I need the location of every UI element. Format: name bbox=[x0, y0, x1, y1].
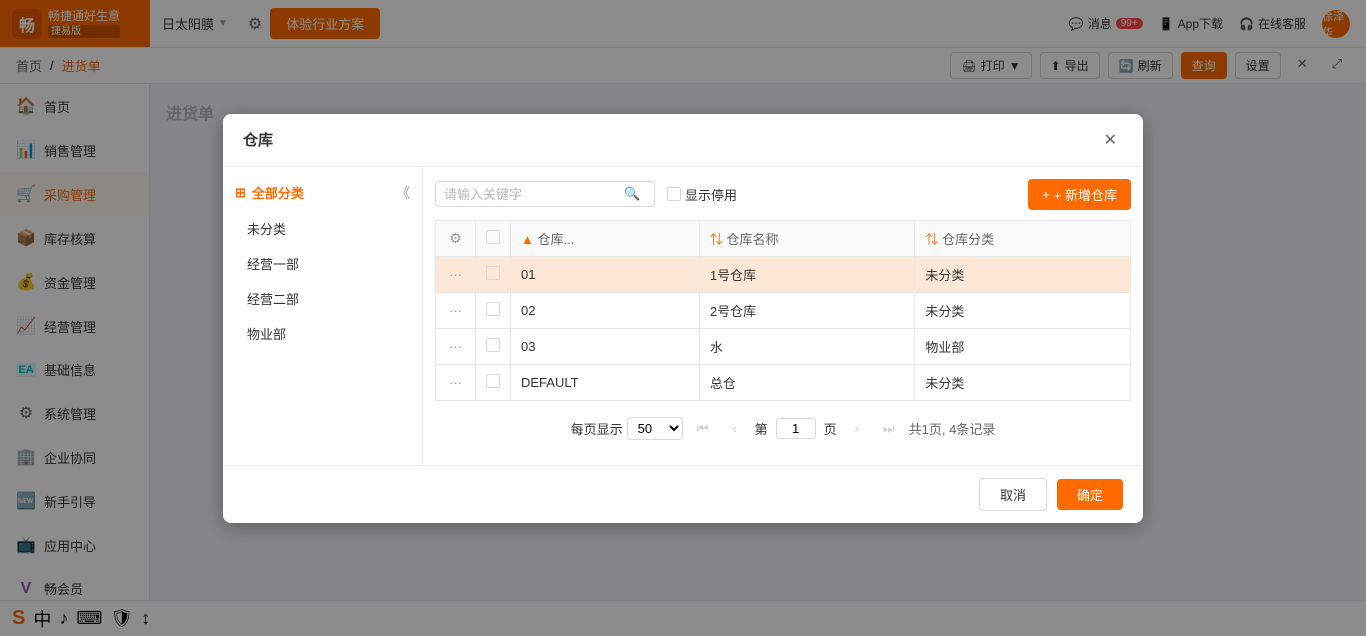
row-category-cell: 物业部 bbox=[915, 328, 1131, 364]
col-name-header[interactable]: ⇅ 仓库名称 bbox=[699, 220, 915, 256]
table-panel: 🔍 显示停用 + + 新增仓库 bbox=[423, 167, 1143, 465]
row-category-cell: 未分类 bbox=[915, 364, 1131, 400]
dialog-close-button[interactable]: ✕ bbox=[1098, 128, 1123, 152]
per-page-select: 每页显示 50 10 20 100 bbox=[571, 417, 683, 440]
row-checkbox-cell bbox=[476, 364, 511, 400]
warehouse-dialog: 仓库 ✕ ⊞ 全部分类 《 未分类 经营一部 bbox=[223, 114, 1143, 523]
table-row[interactable]: ··· DEFAULT 总仓 未分类 bbox=[436, 364, 1131, 400]
last-page-button[interactable]: ⏭ bbox=[877, 417, 901, 441]
dialog-title: 仓库 bbox=[243, 129, 273, 150]
category-header: ⊞ 全部分类 《 bbox=[223, 179, 422, 211]
per-page-dropdown[interactable]: 50 10 20 100 bbox=[627, 417, 683, 440]
row-checkbox-1[interactable] bbox=[486, 266, 500, 280]
category-all-label: 全部分类 bbox=[252, 183, 304, 202]
show-disabled-checkbox[interactable] bbox=[667, 187, 681, 201]
dialog-header: 仓库 ✕ bbox=[223, 114, 1143, 167]
row-code-cell: 01 bbox=[511, 256, 700, 292]
category-all-item[interactable]: ⊞ 全部分类 bbox=[235, 183, 304, 202]
per-page-label: 每页显示 bbox=[571, 419, 623, 438]
table-row[interactable]: ··· 01 1号仓库 未分类 bbox=[436, 256, 1131, 292]
more-icon[interactable]: ··· bbox=[449, 303, 462, 318]
sort-icon-name: ⇅ bbox=[710, 232, 723, 247]
next-page-button[interactable]: › bbox=[845, 417, 869, 441]
cancel-button[interactable]: 取消 bbox=[979, 478, 1047, 511]
col-code-header[interactable]: ▲ 仓库... bbox=[511, 220, 700, 256]
table-scroll-area: ⚙ ▲ 仓库... ⇅ bbox=[435, 220, 1131, 401]
table-row[interactable]: ··· 02 2号仓库 未分类 bbox=[436, 292, 1131, 328]
row-name-cell: 2号仓库 bbox=[699, 292, 915, 328]
sort-icon-cat: ⇅ bbox=[925, 232, 938, 247]
row-checkbox-3[interactable] bbox=[486, 338, 500, 352]
table-row[interactable]: ··· 03 水 物业部 bbox=[436, 328, 1131, 364]
row-code-cell: 03 bbox=[511, 328, 700, 364]
page-input[interactable] bbox=[776, 418, 816, 439]
row-name-cell: 总仓 bbox=[699, 364, 915, 400]
more-icon[interactable]: ··· bbox=[449, 339, 462, 354]
row-more-cell: ··· bbox=[436, 364, 476, 400]
row-checkbox-2[interactable] bbox=[486, 302, 500, 316]
gear-icon: ⚙ bbox=[449, 230, 462, 246]
category-item-3[interactable]: 物业部 bbox=[223, 316, 422, 351]
row-more-cell: ··· bbox=[436, 292, 476, 328]
table-body: ··· 01 1号仓库 未分类 ··· 02 2号仓库 bbox=[436, 256, 1131, 400]
row-category-cell: 未分类 bbox=[915, 256, 1131, 292]
category-item-0[interactable]: 未分类 bbox=[223, 211, 422, 246]
row-category-cell: 未分类 bbox=[915, 292, 1131, 328]
search-icon[interactable]: 🔍 bbox=[624, 186, 640, 202]
collapse-button[interactable]: 《 bbox=[396, 183, 410, 203]
first-page-button[interactable]: ⏮ bbox=[691, 417, 715, 441]
grid-icon: ⊞ bbox=[235, 185, 246, 201]
row-name-cell: 水 bbox=[699, 328, 915, 364]
search-input[interactable] bbox=[444, 187, 624, 202]
add-warehouse-button[interactable]: + + 新增仓库 bbox=[1028, 179, 1131, 210]
sort-up-icon: ▲ bbox=[521, 232, 534, 247]
prev-page-button[interactable]: ‹ bbox=[723, 417, 747, 441]
search-input-wrap: 🔍 bbox=[435, 181, 655, 207]
table-toolbar: 🔍 显示停用 + + 新增仓库 bbox=[435, 179, 1131, 210]
col-category-header[interactable]: ⇅ 仓库分类 bbox=[915, 220, 1131, 256]
confirm-button[interactable]: 确定 bbox=[1057, 479, 1123, 510]
table-header: ⚙ ▲ 仓库... ⇅ bbox=[436, 220, 1131, 256]
dialog-footer: 取消 确定 bbox=[223, 465, 1143, 523]
dialog-overlay: 仓库 ✕ ⊞ 全部分类 《 未分类 经营一部 bbox=[0, 0, 1366, 636]
category-item-1[interactable]: 经营一部 bbox=[223, 246, 422, 281]
select-all-checkbox[interactable] bbox=[486, 230, 500, 244]
more-icon[interactable]: ··· bbox=[449, 375, 462, 390]
pagination: 每页显示 50 10 20 100 ⏮ ‹ 第 页 › ⏭ bbox=[435, 405, 1131, 453]
row-code-cell: 02 bbox=[511, 292, 700, 328]
row-more-cell: ··· bbox=[436, 328, 476, 364]
row-checkbox-cell bbox=[476, 292, 511, 328]
row-code-cell: DEFAULT bbox=[511, 364, 700, 400]
dialog-body: ⊞ 全部分类 《 未分类 经营一部 经营二部 物业部 bbox=[223, 167, 1143, 465]
add-icon: + bbox=[1042, 187, 1050, 202]
show-disabled-toggle[interactable]: 显示停用 bbox=[667, 185, 737, 204]
more-icon[interactable]: ··· bbox=[449, 267, 462, 282]
category-item-2[interactable]: 经营二部 bbox=[223, 281, 422, 316]
col-checkbox-header bbox=[476, 220, 511, 256]
row-checkbox-cell bbox=[476, 256, 511, 292]
row-checkbox-4[interactable] bbox=[486, 374, 500, 388]
show-disabled-label: 显示停用 bbox=[685, 185, 737, 204]
page-suffix: 页 bbox=[824, 419, 837, 438]
col-gear: ⚙ bbox=[436, 220, 476, 256]
row-checkbox-cell bbox=[476, 328, 511, 364]
row-name-cell: 1号仓库 bbox=[699, 256, 915, 292]
page-total: 共1页, 4条记录 bbox=[909, 419, 996, 438]
warehouse-table: ⚙ ▲ 仓库... ⇅ bbox=[435, 220, 1131, 401]
category-panel: ⊞ 全部分类 《 未分类 经营一部 经营二部 物业部 bbox=[223, 167, 423, 465]
page-label: 第 bbox=[755, 419, 768, 438]
row-more-cell: ··· bbox=[436, 256, 476, 292]
